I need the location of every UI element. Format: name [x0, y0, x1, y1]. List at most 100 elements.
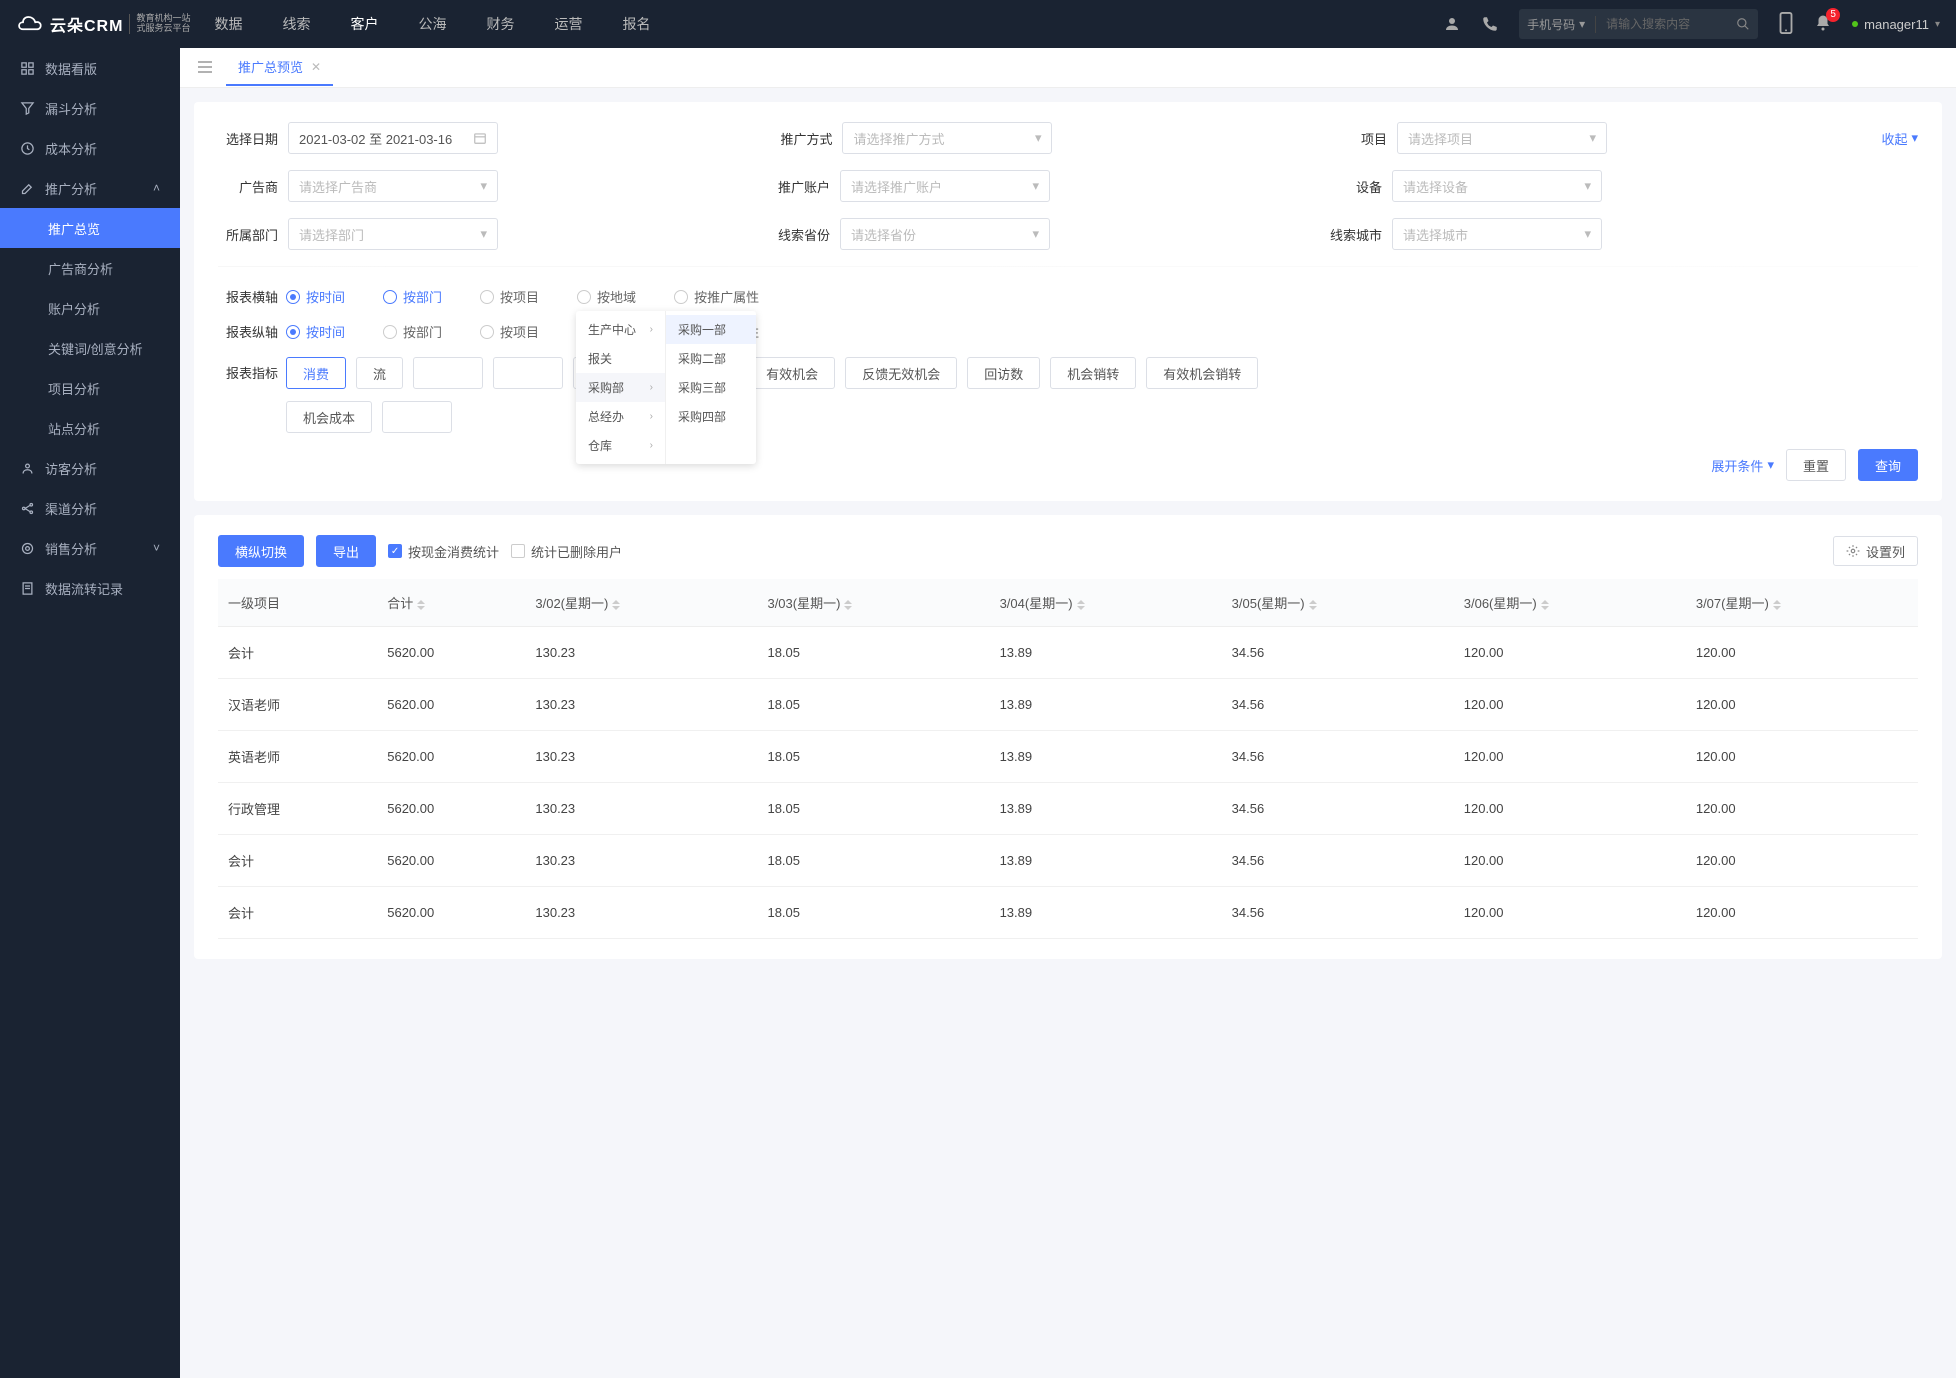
close-icon[interactable]: ✕: [311, 60, 321, 74]
query-button[interactable]: 查询: [1858, 449, 1918, 481]
table-header[interactable]: 3/06(星期一): [1454, 579, 1686, 627]
date-range-picker[interactable]: 2021-03-02 至 2021-03-16: [288, 122, 498, 154]
sidebar-item[interactable]: 成本分析: [0, 128, 180, 168]
radio-option[interactable]: 按部门: [383, 287, 442, 306]
cascade-item[interactable]: 采购四部: [666, 402, 756, 431]
bell-icon[interactable]: 5: [1814, 14, 1832, 35]
cascade-item[interactable]: 报关: [576, 344, 665, 373]
radio-option[interactable]: 按地域: [577, 287, 636, 306]
sidebar-subitem[interactable]: 账户分析: [0, 288, 180, 328]
sidebar-item[interactable]: 推广分析˄: [0, 168, 180, 208]
metric-button[interactable]: 有效机会销转: [1146, 357, 1258, 389]
province-select[interactable]: 请选择省份▾: [840, 218, 1050, 250]
radio-option[interactable]: 按推广属性: [674, 287, 759, 306]
metric-button[interactable]: 流: [356, 357, 403, 389]
radio-option[interactable]: 按时间: [286, 287, 345, 306]
topnav-item[interactable]: 数据: [214, 14, 242, 34]
metric-button[interactable]: 有效机会: [749, 357, 835, 389]
cascade-item[interactable]: 采购部›: [576, 373, 665, 402]
metric-button[interactable]: 机会销转: [1050, 357, 1136, 389]
sidebar-item[interactable]: 访客分析: [0, 448, 180, 488]
city-select[interactable]: 请选择城市▾: [1392, 218, 1602, 250]
radio-option[interactable]: 按项目: [480, 287, 539, 306]
device-select[interactable]: 请选择设备▾: [1392, 170, 1602, 202]
table-header[interactable]: 3/03(星期一): [757, 579, 989, 627]
sidebar-item[interactable]: 数据看版: [0, 48, 180, 88]
cascade-item[interactable]: 采购三部: [666, 373, 756, 402]
search-input[interactable]: [1596, 17, 1736, 31]
sort-icon: [417, 600, 425, 610]
account-select[interactable]: 请选择推广账户▾: [840, 170, 1050, 202]
checkbox-icon: ✓: [388, 544, 402, 558]
chevron-down-icon: ▾: [1767, 457, 1774, 473]
metric-button[interactable]: 回访数: [967, 357, 1040, 389]
metric-button[interactable]: [413, 357, 483, 389]
topnav-right: 手机号码 ▾ 5 manager11 ▾: [1443, 9, 1940, 39]
table-header[interactable]: 3/05(星期一): [1222, 579, 1454, 627]
sidebar-subitem[interactable]: 广告商分析: [0, 248, 180, 288]
clock-icon: [20, 141, 35, 156]
cascade-item[interactable]: 生产中心›: [576, 315, 665, 344]
table-cell: 120.00: [1686, 783, 1918, 835]
metric-button[interactable]: 机会成本: [286, 401, 372, 433]
user-menu[interactable]: manager11 ▾: [1852, 17, 1940, 32]
deleted-stat-checkbox[interactable]: 统计已删除用户: [511, 542, 622, 561]
expand-conditions-link[interactable]: 展开条件 ▾: [1711, 456, 1774, 475]
dept-select[interactable]: 请选择部门▾: [288, 218, 498, 250]
sidebar: 数据看版漏斗分析成本分析推广分析˄推广总览广告商分析账户分析关键词/创意分析项目…: [0, 48, 180, 1378]
toggle-axis-button[interactable]: 横纵切换: [218, 535, 304, 567]
sidebar-item[interactable]: 数据流转记录: [0, 568, 180, 608]
topnav-item[interactable]: 运营: [554, 14, 582, 34]
cascade-item[interactable]: 采购一部: [666, 315, 756, 344]
metric-button[interactable]: 消费: [286, 357, 346, 389]
radio-option[interactable]: 按项目: [480, 322, 539, 341]
chevron-down-icon: ▾: [1584, 178, 1591, 194]
sidebar-item[interactable]: 漏斗分析: [0, 88, 180, 128]
cascade-item[interactable]: 总经办›: [576, 402, 665, 431]
sidebar-subitem[interactable]: 关键词/创意分析: [0, 328, 180, 368]
sidebar-subitem[interactable]: 推广总览: [0, 208, 180, 248]
mobile-icon[interactable]: [1778, 12, 1794, 37]
export-button[interactable]: 导出: [316, 535, 376, 567]
metric-button[interactable]: 反馈无效机会: [845, 357, 957, 389]
sidebar-item[interactable]: 渠道分析: [0, 488, 180, 528]
topnav-item[interactable]: 客户: [350, 14, 378, 34]
method-select[interactable]: 请选择推广方式▾: [842, 122, 1052, 154]
topnav-item[interactable]: 财务: [486, 14, 514, 34]
sidebar-collapse-button[interactable]: [190, 56, 220, 80]
table-header[interactable]: 3/04(星期一): [990, 579, 1222, 627]
column-settings-button[interactable]: 设置列: [1833, 536, 1918, 566]
cascade-item[interactable]: 采购二部: [666, 344, 756, 373]
reset-button[interactable]: 重置: [1786, 449, 1846, 481]
topnav-item[interactable]: 线索: [282, 14, 310, 34]
logo: 云朵CRM 教育机构一站 式服务云平台: [16, 12, 190, 36]
table-header[interactable]: 合计: [377, 579, 525, 627]
topnav-item[interactable]: 报名: [622, 14, 650, 34]
search-icon[interactable]: [1736, 17, 1750, 31]
advertiser-select[interactable]: 请选择广告商▾: [288, 170, 498, 202]
province-label: 线索省份: [770, 225, 830, 244]
sidebar-item[interactable]: 销售分析˅: [0, 528, 180, 568]
table-header[interactable]: 3/02(星期一): [525, 579, 757, 627]
topnav-item[interactable]: 公海: [418, 14, 446, 34]
phone-icon[interactable]: [1481, 15, 1499, 33]
project-select[interactable]: 请选择项目▾: [1397, 122, 1607, 154]
radio-option[interactable]: 按时间: [286, 322, 345, 341]
radio-option[interactable]: 按部门: [383, 322, 442, 341]
cascade-item[interactable]: 仓库›: [576, 431, 665, 460]
sidebar-subitem[interactable]: 站点分析: [0, 408, 180, 448]
search-type-select[interactable]: 手机号码 ▾: [1527, 16, 1596, 33]
gear-icon: [1846, 544, 1860, 558]
table-header[interactable]: 3/07(星期一): [1686, 579, 1918, 627]
sidebar-subitem[interactable]: 项目分析: [0, 368, 180, 408]
metric-button[interactable]: [493, 357, 563, 389]
table-header[interactable]: 一级项目: [218, 579, 377, 627]
metric-button[interactable]: [382, 401, 452, 433]
collapse-filters-link[interactable]: 收起 ▾: [1881, 129, 1918, 148]
table-cell: 18.05: [757, 783, 989, 835]
person-icon[interactable]: [1443, 15, 1461, 33]
cash-stat-checkbox[interactable]: ✓ 按现金消费统计: [388, 542, 499, 561]
radio-icon: [383, 325, 397, 339]
top-navbar: 云朵CRM 教育机构一站 式服务云平台 数据 线索 客户 公海 财务 运营 报名 手机号码 …: [0, 0, 1956, 48]
tab-promotion-overview[interactable]: 推广总预览 ✕: [226, 50, 333, 86]
